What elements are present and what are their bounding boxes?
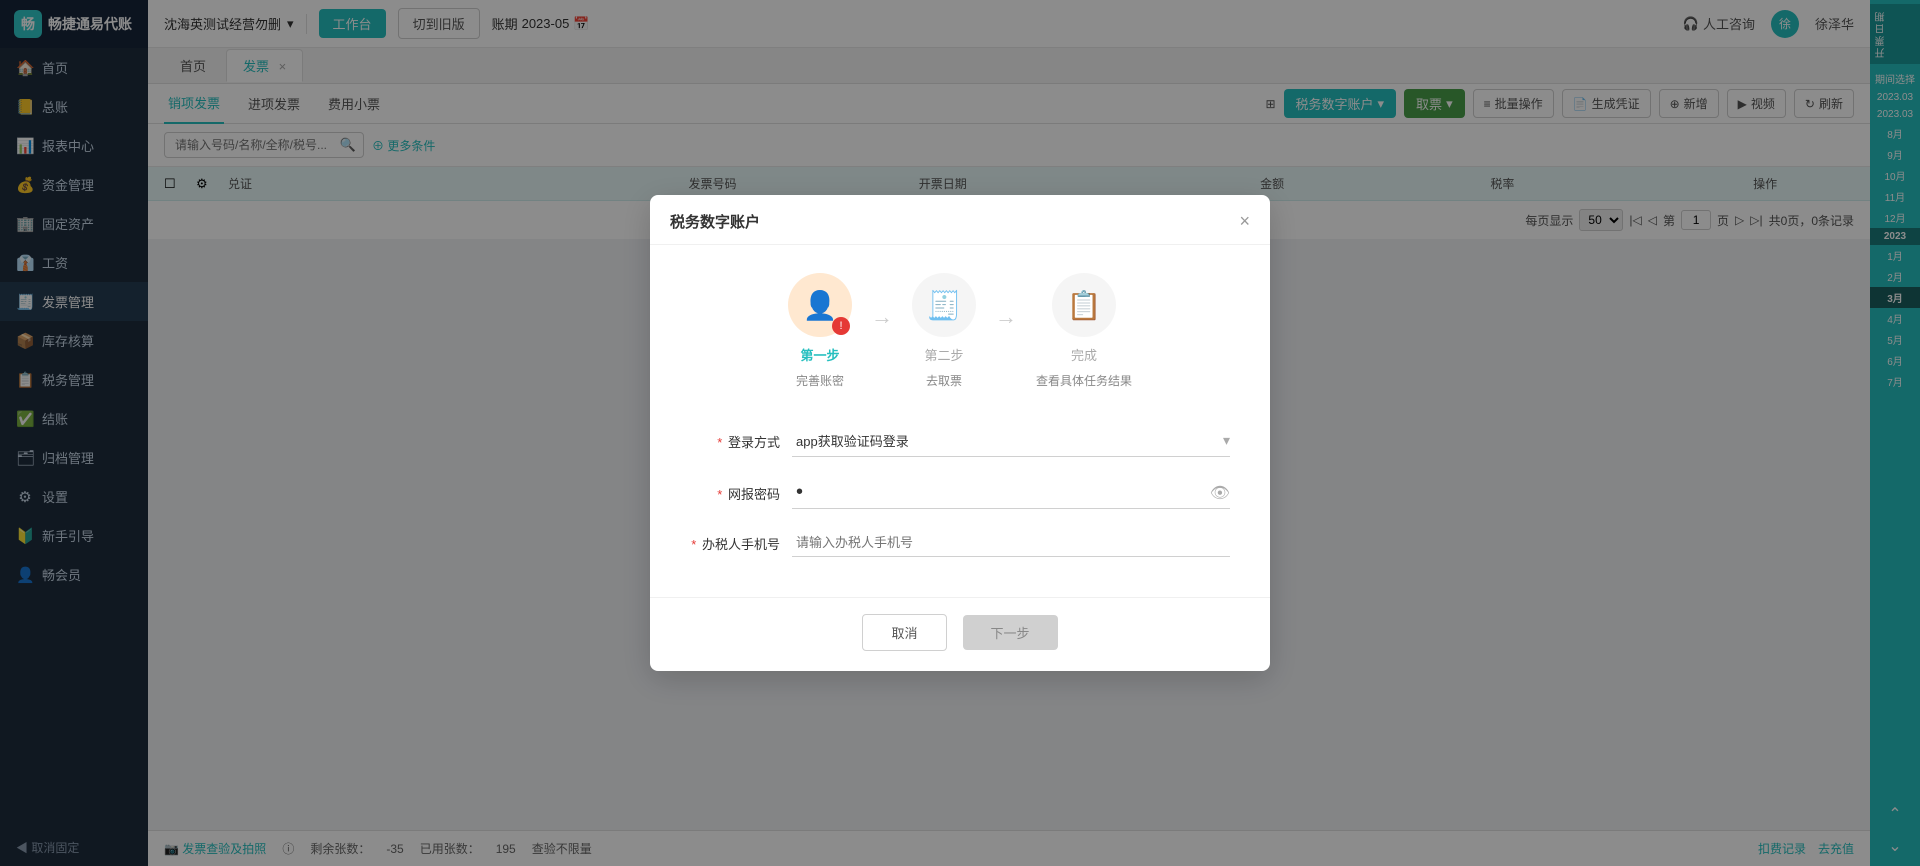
cancel-btn[interactable]: 取消 xyxy=(862,614,946,651)
arrow-1: → xyxy=(852,304,912,330)
step-2-icon: 🧾 xyxy=(912,273,976,337)
modal-title: 税务数字账户 xyxy=(670,211,760,232)
modal-overlay: 税务数字账户 × 👤 ! 第一步 完善账密 → xyxy=(0,0,1920,866)
step-3-icon-glyph: 📋 xyxy=(1067,289,1102,322)
modal-body: 👤 ! 第一步 完善账密 → 🧾 第二步 去取票 → xyxy=(650,245,1270,597)
password-dot: • xyxy=(792,481,1210,504)
login-method-value: app获取验证码登录 xyxy=(792,429,1223,452)
login-method-select[interactable]: app获取验证码登录 ▾ xyxy=(792,425,1230,457)
steps: 👤 ! 第一步 完善账密 → 🧾 第二步 去取票 → xyxy=(690,273,1230,389)
password-label: * 网报密码 xyxy=(690,484,780,503)
step-3: 📋 完成 查看具体任务结果 xyxy=(1036,273,1132,389)
eye-icon[interactable]: 👁 xyxy=(1210,483,1230,503)
step-3-desc: 查看具体任务结果 xyxy=(1036,372,1132,389)
next-btn[interactable]: 下一步 xyxy=(963,615,1058,650)
step-1-icon: 👤 ! xyxy=(788,273,852,337)
step-3-icon: 📋 xyxy=(1052,273,1116,337)
tax-digital-modal: 税务数字账户 × 👤 ! 第一步 完善账密 → xyxy=(650,195,1270,671)
modal-header: 税务数字账户 × xyxy=(650,195,1270,245)
password-row: * 网报密码 • 👁 xyxy=(690,477,1230,509)
step-3-label: 完成 xyxy=(1071,345,1097,364)
step-1-icon-glyph: 👤 xyxy=(803,289,838,322)
phone-required-mark: * xyxy=(691,537,696,552)
password-required-mark: * xyxy=(717,487,722,502)
phone-label: * 办税人手机号 xyxy=(690,534,780,553)
step-2: 🧾 第二步 去取票 xyxy=(912,273,976,389)
step-2-desc: 去取票 xyxy=(926,372,962,389)
arrow-2: → xyxy=(976,304,1036,330)
login-required-mark: * xyxy=(717,435,722,450)
step-2-label: 第二步 xyxy=(924,345,963,364)
login-method-arrow-icon: ▾ xyxy=(1223,432,1230,449)
step-1-badge: ! xyxy=(832,317,850,335)
phone-row: * 办税人手机号 xyxy=(690,529,1230,557)
step-1: 👤 ! 第一步 完善账密 xyxy=(788,273,852,389)
step-1-desc: 完善账密 xyxy=(796,372,844,389)
step-2-icon-glyph: 🧾 xyxy=(927,289,962,322)
password-field: • 👁 xyxy=(792,477,1230,509)
modal-close-btn[interactable]: × xyxy=(1239,211,1250,232)
phone-input[interactable] xyxy=(792,529,1230,557)
login-method-label: * 登录方式 xyxy=(690,432,780,451)
modal-footer: 取消 下一步 xyxy=(650,597,1270,671)
step-1-label: 第一步 xyxy=(800,345,839,364)
login-method-row: * 登录方式 app获取验证码登录 ▾ xyxy=(690,425,1230,457)
